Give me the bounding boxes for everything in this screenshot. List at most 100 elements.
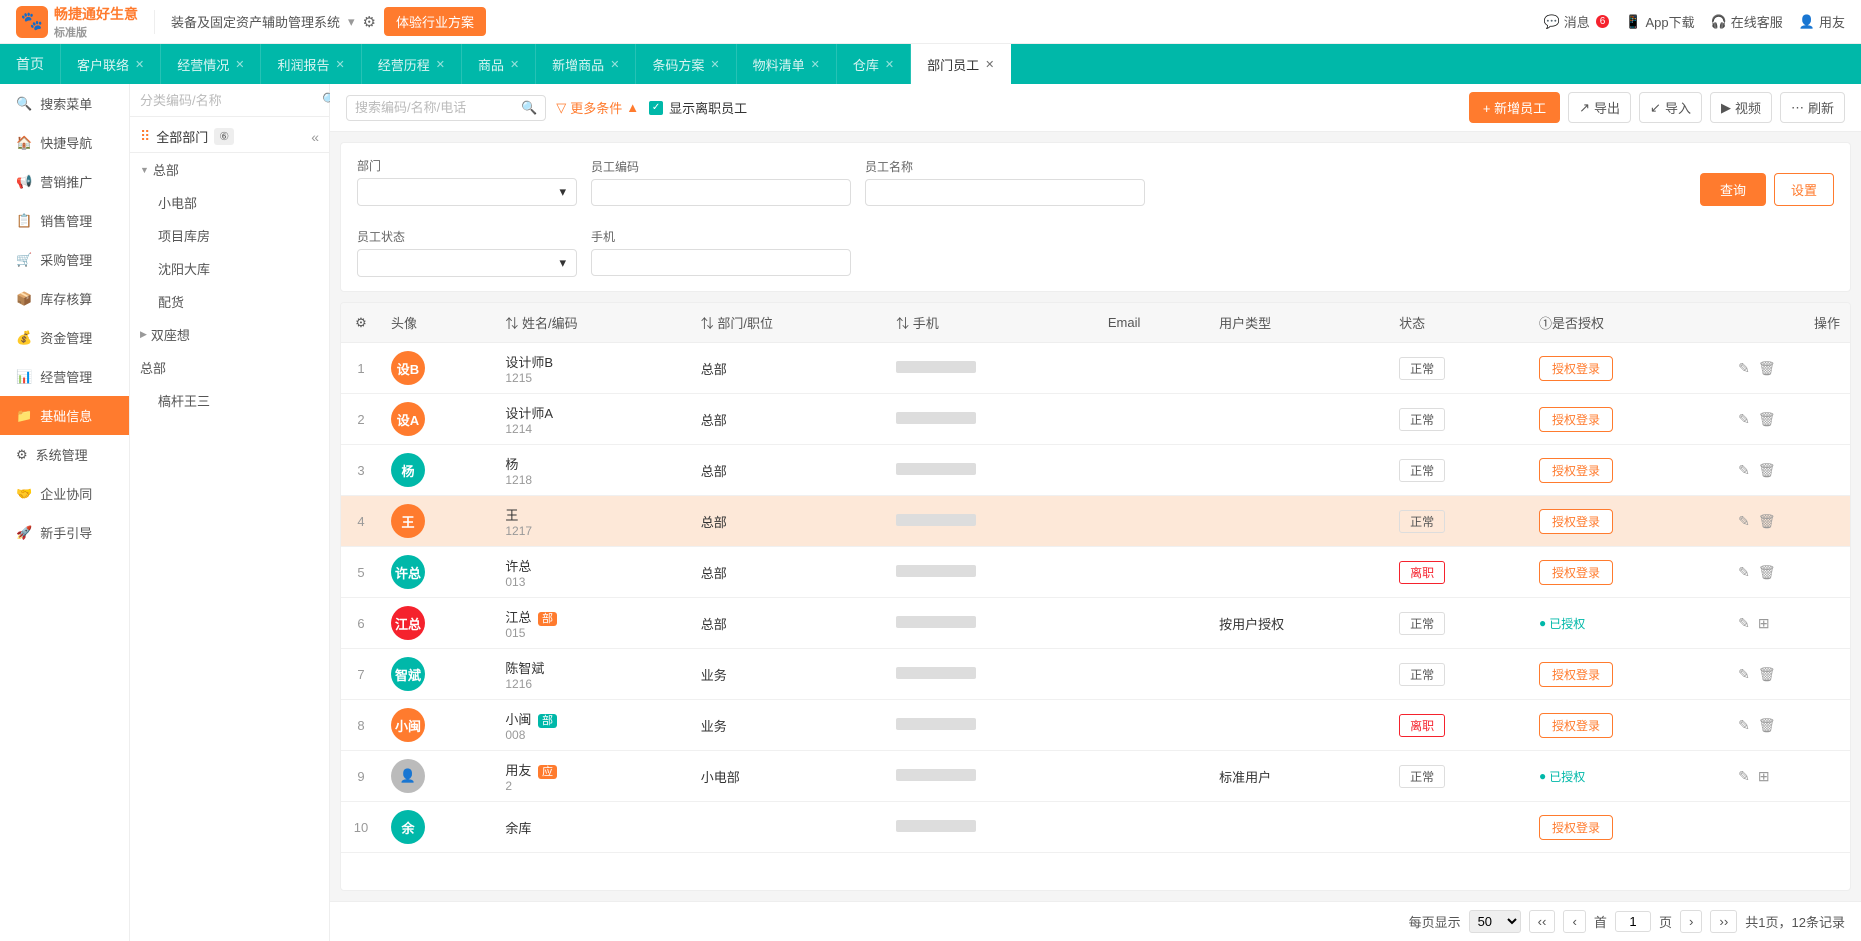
sidebar-item-inventory[interactable]: 📦 库存核算 [0, 279, 129, 318]
edit-icon[interactable]: ✎ [1738, 564, 1750, 581]
auth-button[interactable]: 授权登录 [1539, 815, 1613, 840]
filter-name-input[interactable] [865, 179, 1145, 206]
close-icon[interactable]: ✕ [985, 58, 994, 71]
last-page-btn[interactable]: ›› [1710, 910, 1737, 933]
page-input[interactable] [1615, 911, 1651, 932]
tree-search-input[interactable] [140, 93, 316, 108]
close-icon[interactable]: ✕ [235, 58, 244, 71]
tree-node-shipping[interactable]: 配货 [130, 285, 329, 318]
auth-button[interactable]: 授权登录 [1539, 356, 1613, 381]
col-gear[interactable]: ⚙ [341, 303, 381, 343]
close-icon[interactable]: ✕ [610, 58, 619, 71]
query-button[interactable]: 查询 [1700, 173, 1766, 206]
close-icon[interactable]: ✕ [885, 58, 894, 71]
search-input[interactable] [355, 100, 515, 115]
sidebar-item-guide[interactable]: 🚀 新手引导 [0, 513, 129, 552]
export-button[interactable]: ↗ 导出 [1568, 92, 1631, 123]
sidebar-item-basic[interactable]: 📁 基础信息 [0, 396, 129, 435]
tree-collapse-btn[interactable]: « [311, 129, 319, 145]
close-icon[interactable]: ✕ [335, 58, 344, 71]
delete-icon[interactable]: 🗑 [1758, 411, 1776, 428]
delete-icon[interactable]: 🗑 [1758, 462, 1776, 479]
sidebar-item-nav[interactable]: 🏠 快捷导航 [0, 123, 129, 162]
delete-icon[interactable]: 🗑 [1758, 564, 1776, 581]
sidebar-item-system[interactable]: ⚙ 系统管理 [0, 435, 129, 474]
copy-icon[interactable]: ⊞ [1758, 615, 1770, 632]
tree-node-head[interactable]: ▼ 总部 [130, 153, 329, 186]
col-dept[interactable]: ⇅ 部门/职位 [691, 303, 886, 343]
tree-node-guwang[interactable]: 槁杆王三 [130, 384, 329, 417]
delete-icon[interactable]: 🗑 [1758, 513, 1776, 530]
auth-button[interactable]: 授权登录 [1539, 509, 1613, 534]
tab-customer[interactable]: 客户联络 ✕ [61, 44, 161, 84]
close-icon[interactable]: ✕ [811, 58, 820, 71]
close-icon[interactable]: ✕ [510, 58, 519, 71]
reset-button[interactable]: 设置 [1774, 173, 1834, 206]
app-download-btn[interactable]: 📱 App下载 [1625, 12, 1694, 31]
sidebar-item-search[interactable]: 🔍 搜索菜单 [0, 84, 129, 123]
first-page-btn[interactable]: ‹‹ [1529, 910, 1556, 933]
close-icon[interactable]: ✕ [135, 58, 144, 71]
more-conditions-btn[interactable]: ▽ 更多条件 ▲ [556, 98, 639, 117]
col-name[interactable]: ⇅ 姓名/编码 [495, 303, 690, 343]
tab-history[interactable]: 经营历程 ✕ [362, 44, 462, 84]
user-btn[interactable]: 👤 用友 [1799, 12, 1845, 31]
tab-profit[interactable]: 利润报告 ✕ [261, 44, 361, 84]
tab-goods[interactable]: 商品 ✕ [462, 44, 536, 84]
tree-count-btn[interactable]: ⑥ [214, 128, 234, 145]
edit-icon[interactable]: ✎ [1738, 360, 1750, 377]
tree-node-xiaodibu[interactable]: 小电部 [130, 186, 329, 219]
sidebar-item-collab[interactable]: 🤝 企业协同 [0, 474, 129, 513]
sidebar-item-purchase[interactable]: 🛒 采购管理 [0, 240, 129, 279]
delete-icon[interactable]: 🗑 [1758, 717, 1776, 734]
trial-button[interactable]: 体验行业方案 [384, 7, 486, 36]
edit-icon[interactable]: ✎ [1738, 717, 1750, 734]
auth-button[interactable]: 授权登录 [1539, 713, 1613, 738]
tab-new-goods[interactable]: 新增商品 ✕ [536, 44, 636, 84]
gear-btn[interactable]: ⚙ [363, 13, 376, 31]
sidebar-item-sales[interactable]: 📋 销售管理 [0, 201, 129, 240]
next-page-btn[interactable]: › [1680, 910, 1702, 933]
service-btn[interactable]: 🎧 在线客服 [1711, 12, 1783, 31]
add-staff-button[interactable]: + 新增员工 [1469, 92, 1560, 123]
col-phone[interactable]: ⇅ 手机 [886, 303, 1098, 343]
edit-icon[interactable]: ✎ [1738, 513, 1750, 530]
copy-icon[interactable]: ⊞ [1758, 768, 1770, 785]
import-button[interactable]: ↙ 导入 [1639, 92, 1702, 123]
tree-node-project[interactable]: 项目库房 [130, 219, 329, 252]
tab-bom[interactable]: 物料清单 ✕ [737, 44, 837, 84]
show-resign-toggle[interactable]: ✓ 显示离职员工 [649, 98, 747, 117]
message-btn[interactable]: 💬 消息 6 [1544, 12, 1610, 31]
close-icon[interactable]: ✕ [710, 58, 719, 71]
auth-button[interactable]: 授权登录 [1539, 407, 1613, 432]
more-btn[interactable]: ⋯ 刷新 [1780, 92, 1845, 123]
tab-barcode[interactable]: 条码方案 ✕ [636, 44, 736, 84]
tab-warehouse[interactable]: 仓库 ✕ [837, 44, 911, 84]
edit-icon[interactable]: ✎ [1738, 615, 1750, 632]
delete-icon[interactable]: 🗑 [1758, 666, 1776, 683]
tree-node-shenyang[interactable]: 沈阳大库 [130, 252, 329, 285]
tab-operation[interactable]: 经营情况 ✕ [161, 44, 261, 84]
tab-home[interactable]: 首页 [0, 44, 61, 84]
per-page-select[interactable]: 50 20 100 [1469, 910, 1521, 933]
filter-phone-input[interactable] [591, 249, 851, 276]
edit-icon[interactable]: ✎ [1738, 666, 1750, 683]
filter-code-input[interactable] [591, 179, 851, 206]
tree-node-shuangzuo[interactable]: ▶ 双座想 [130, 318, 329, 351]
auth-button[interactable]: 授权登录 [1539, 662, 1613, 687]
filter-status-select[interactable]: ▾ [357, 249, 577, 277]
filter-dept-select[interactable]: ▾ [357, 178, 577, 206]
sidebar-item-manage[interactable]: 📊 经营管理 [0, 357, 129, 396]
tree-node-zongbu[interactable]: 总部 [130, 351, 329, 384]
auth-button[interactable]: 授权登录 [1539, 458, 1613, 483]
sidebar-item-marketing[interactable]: 📢 营销推广 [0, 162, 129, 201]
video-button[interactable]: ▶ 视频 [1710, 92, 1772, 123]
sidebar-item-finance[interactable]: 💰 资金管理 [0, 318, 129, 357]
edit-icon[interactable]: ✎ [1738, 768, 1750, 785]
delete-icon[interactable]: 🗑 [1758, 360, 1776, 377]
sys-title-arrow[interactable]: ▾ [348, 14, 355, 30]
prev-page-btn[interactable]: ‹ [1563, 910, 1585, 933]
edit-icon[interactable]: ✎ [1738, 411, 1750, 428]
close-icon[interactable]: ✕ [436, 58, 445, 71]
tab-dept-staff[interactable]: 部门员工 ✕ [911, 44, 1011, 84]
